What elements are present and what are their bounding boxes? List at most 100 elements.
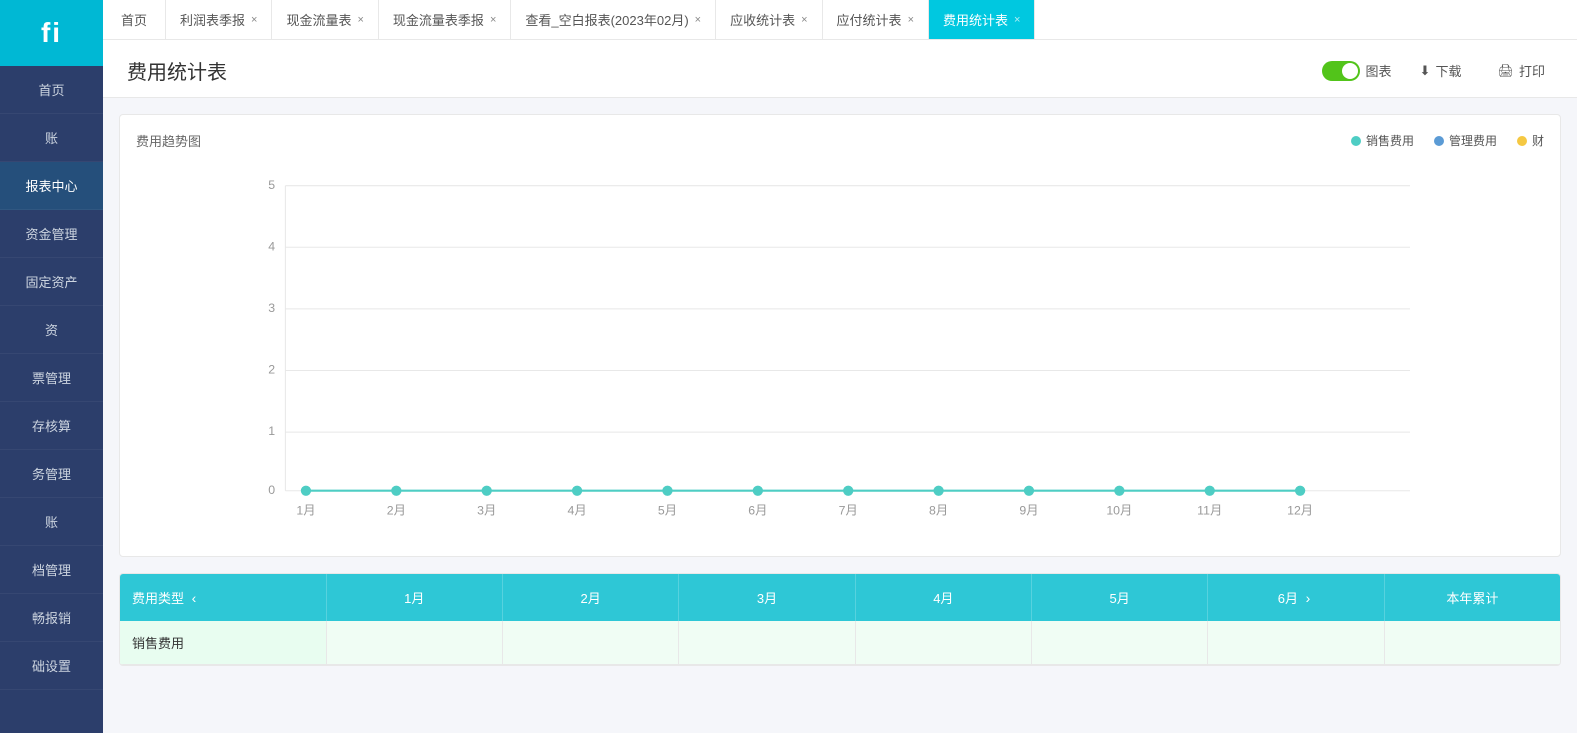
table-header-month2: 2月 [503,574,679,621]
sidebar-item-inventory[interactable]: 存核算 [0,402,103,450]
sidebar-item-settings[interactable]: 础设置 [0,642,103,690]
tab-close-icon[interactable]: × [1014,14,1020,26]
tab-blank-report[interactable]: 查看_空白报表(2023年02月) × [511,0,716,39]
sidebar-item-funds[interactable]: 资金管理 [0,210,103,258]
svg-text:3: 3 [268,301,275,315]
sidebar-item-resource[interactable]: 资 [0,306,103,354]
svg-text:3月: 3月 [477,503,496,517]
app-logo: fi [0,0,103,66]
cell-m3 [679,621,855,664]
tab-label: 应收统计表 [730,10,795,29]
sidebar-item-home[interactable]: 首页 [0,66,103,114]
page-content: 费用统计表 图表 ⬇ 下载 🖨 打印 [103,40,1577,733]
tab-close-icon[interactable]: × [695,14,701,26]
tab-profit-quarterly[interactable]: 利润表季报 × [166,0,272,39]
tab-label: 现金流量表 [286,10,351,29]
header-month5-label: 5月 [1110,591,1130,606]
svg-text:2: 2 [268,363,275,377]
table-header-ytd: 本年累计 [1385,574,1560,621]
table-header-month3: 3月 [679,574,855,621]
download-icon: ⬇ [1420,63,1431,79]
tab-label: 现金流量表季报 [393,10,484,29]
svg-text:0: 0 [268,483,275,497]
tab-cashflow[interactable]: 现金流量表 × [272,0,378,39]
table-header-month1: 1月 [327,574,503,621]
data-table: 费用类型 ‹ 1月 2月 3月 4月 5月 [119,573,1561,666]
svg-text:9月: 9月 [1019,503,1038,517]
sidebar-item-reports[interactable]: 报表中心 [0,162,103,210]
download-button[interactable]: ⬇ 下载 [1412,57,1470,84]
legend-dot-sales [1351,136,1361,146]
svg-text:1: 1 [268,424,275,438]
tab-close-icon[interactable]: × [801,14,807,26]
sidebar-item-archive[interactable]: 档管理 [0,546,103,594]
tab-payable[interactable]: 应付统计表 × [823,0,929,39]
table-header-row: 费用类型 ‹ 1月 2月 3月 4月 5月 [120,574,1560,621]
cell-m6 [1208,621,1384,664]
svg-text:1月: 1月 [296,503,315,517]
print-icon: 🖨 [1497,63,1514,79]
cell-type-value: 销售费用 [132,636,184,651]
cell-m4 [856,621,1032,664]
table-header-month5: 5月 [1032,574,1208,621]
table-header-month4: 4月 [856,574,1032,621]
chart-canvas: 5 4 3 2 1 0 [136,160,1544,540]
svg-text:6月: 6月 [748,503,767,517]
header-month6-label: 6月 [1278,591,1298,606]
main-content: 首页 利润表季报 × 现金流量表 × 现金流量表季报 × 查看_空白报表(202… [103,0,1577,733]
header-month2-label: 2月 [581,591,601,606]
toggle-knob [1342,63,1358,79]
prev-arrow[interactable]: ‹ [192,590,197,606]
sidebar-item-assets[interactable]: 固定资产 [0,258,103,306]
legend-finance: 财 [1517,132,1544,149]
tab-close-icon[interactable]: × [908,14,914,26]
chart-toggle-wrap[interactable]: 图表 [1322,61,1392,81]
next-arrow[interactable]: › [1306,590,1311,606]
tab-home[interactable]: 首页 [103,0,166,39]
svg-text:2月: 2月 [387,503,406,517]
sidebar-item-expense[interactable]: 畅报销 [0,594,103,642]
download-label: 下载 [1435,61,1461,80]
page-title: 费用统计表 [127,56,227,85]
cell-m5 [1032,621,1208,664]
sidebar-item-account[interactable]: 账 [0,114,103,162]
tab-receivable[interactable]: 应收统计表 × [716,0,822,39]
table-header-month6: 6月 › [1208,574,1384,621]
cell-ytd [1385,621,1560,664]
svg-text:5: 5 [268,178,275,192]
table-row: 销售费用 [120,621,1560,665]
table-header-type: 费用类型 ‹ [120,574,327,621]
legend-label-finance: 财 [1532,132,1544,149]
legend-label-admin: 管理费用 [1449,132,1497,149]
print-button[interactable]: 🖨 打印 [1489,57,1553,84]
header-month3-label: 3月 [757,591,777,606]
tab-home-label: 首页 [121,10,147,29]
header-ytd-label: 本年累计 [1446,591,1498,606]
legend-dot-admin [1434,136,1444,146]
tabs-bar: 首页 利润表季报 × 现金流量表 × 现金流量表季报 × 查看_空白报表(202… [103,0,1577,40]
svg-text:12月: 12月 [1287,503,1313,517]
tab-close-icon[interactable]: × [251,14,257,26]
header-type-label: 费用类型 [132,591,184,606]
sidebar-item-invoice[interactable]: 票管理 [0,354,103,402]
sidebar: fi 首页 账 报表中心 资金管理 固定资产 资 票管理 存核算 务管理 账 档… [0,0,103,733]
chart-toggle[interactable] [1322,61,1360,81]
tab-cashflow-quarterly[interactable]: 现金流量表季报 × [379,0,511,39]
sidebar-item-service[interactable]: 务管理 [0,450,103,498]
chart-legend: 销售费用 管理费用 财 [1351,132,1544,149]
legend-label-sales: 销售费用 [1366,132,1414,149]
chart-section: 费用趋势图 销售费用 管理费用 财 [119,114,1561,557]
sidebar-item-ledger[interactable]: 账 [0,498,103,546]
cell-m2 [503,621,679,664]
header-actions: 图表 ⬇ 下载 🖨 打印 [1322,57,1553,84]
chart-title: 费用趋势图 [136,131,201,150]
legend-dot-finance [1517,136,1527,146]
tab-close-icon[interactable]: × [357,14,363,26]
tab-label: 应付统计表 [837,10,902,29]
tab-close-icon[interactable]: × [490,14,496,26]
tab-label: 利润表季报 [180,10,245,29]
cell-type: 销售费用 [120,621,327,664]
tab-label: 费用统计表 [943,10,1008,29]
legend-admin: 管理费用 [1434,132,1497,149]
tab-expense-stats[interactable]: 费用统计表 × [929,0,1035,39]
